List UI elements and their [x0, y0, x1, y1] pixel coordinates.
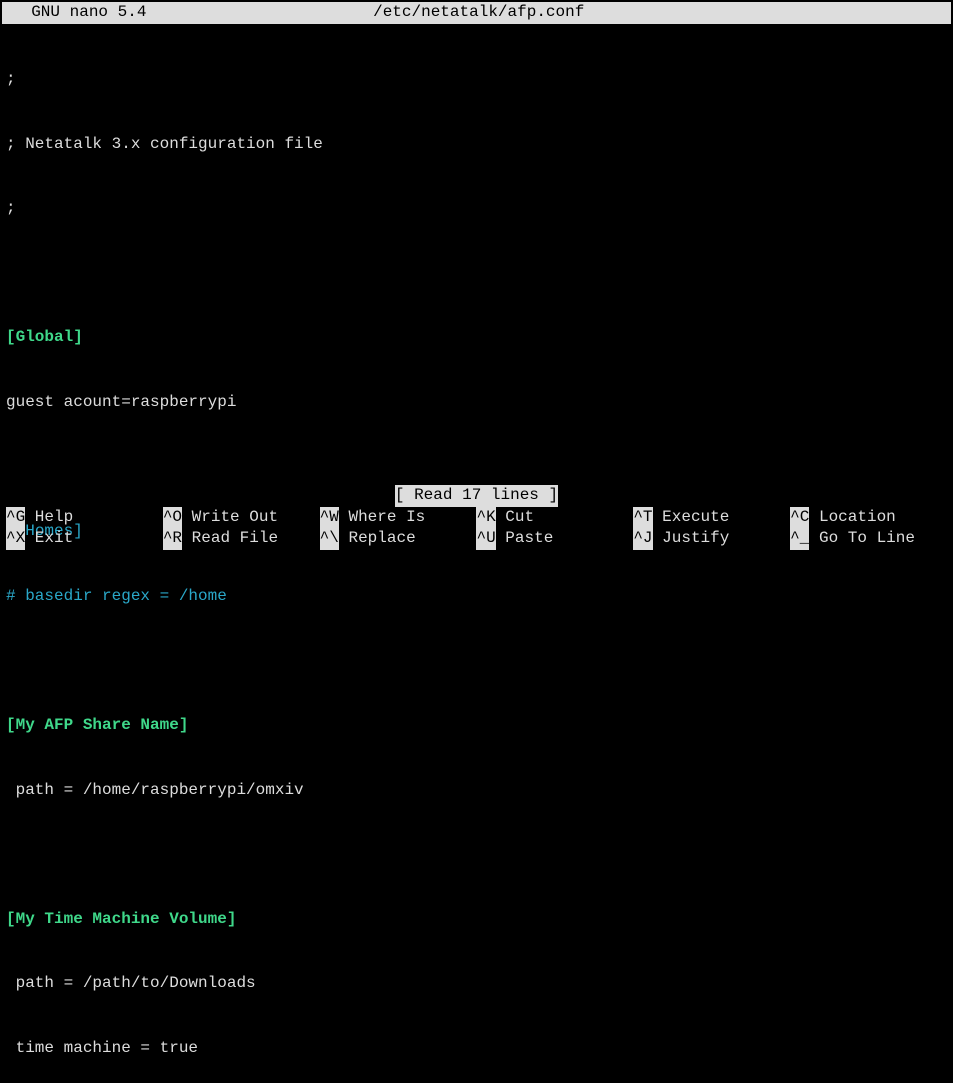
shortcut-key: ^G [6, 507, 25, 529]
shortcut-cut[interactable]: ^K Cut [476, 507, 633, 529]
shortcut-label: Exit [25, 528, 73, 550]
shortcut-exit[interactable]: ^X Exit [6, 528, 163, 550]
status-wrap: [ Read 17 lines ] [2, 485, 951, 507]
shortcut-location[interactable]: ^C Location [790, 507, 947, 529]
shortcut-key: ^C [790, 507, 809, 529]
editor-line: path = /path/to/Downloads [6, 973, 947, 995]
shortcut-key: ^_ [790, 528, 809, 550]
shortcut-key: ^O [163, 507, 182, 529]
shortcut-label: Help [25, 507, 73, 529]
shortcut-paste[interactable]: ^U Paste [476, 528, 633, 550]
shortcut-label: Go To Line [809, 528, 915, 550]
section-header: [Global] [6, 327, 947, 349]
shortcut-readfile[interactable]: ^R Read File [163, 528, 320, 550]
section-header: [My Time Machine Volume] [6, 909, 947, 931]
shortcut-key: ^X [6, 528, 25, 550]
shortcut-label: Where Is [339, 507, 425, 529]
app-name: GNU nano 5.4 [2, 2, 146, 24]
editor-line: ; Netatalk 3.x configuration file [6, 134, 947, 156]
shortcut-label: Write Out [182, 507, 278, 529]
section-header: [My AFP Share Name] [6, 715, 947, 737]
editor-line: guest acount=raspberrypi [6, 392, 947, 414]
editor-line [6, 651, 947, 672]
shortcut-writeout[interactable]: ^O Write Out [163, 507, 320, 529]
shortcut-key: ^K [476, 507, 495, 529]
shortcut-label: Paste [496, 528, 554, 550]
title-bar: GNU nano 5.4 /etc/netatalk/afp.conf [2, 2, 951, 24]
shortcut-label: Execute [653, 507, 730, 529]
shortcut-execute[interactable]: ^T Execute [633, 507, 790, 529]
shortcut-help[interactable]: ^G Help [6, 507, 163, 529]
editor-line [6, 844, 947, 865]
shortcut-replace[interactable]: ^\ Replace [320, 528, 477, 550]
status-message: [ Read 17 lines ] [395, 485, 558, 507]
editor-line: time machine = true [6, 1038, 947, 1060]
shortcut-key: ^R [163, 528, 182, 550]
editor-line: ; [6, 69, 947, 91]
shortcut-label: Read File [182, 528, 278, 550]
comment-line: # basedir regex = /home [6, 586, 947, 608]
shortcut-label: Location [809, 507, 895, 529]
shortcut-key: ^\ [320, 528, 339, 550]
shortcut-label: Replace [339, 528, 416, 550]
editor-line: path = /home/raspberrypi/omxiv [6, 780, 947, 802]
editor-line [6, 457, 947, 478]
editor-line [6, 263, 947, 284]
shortcut-key: ^T [633, 507, 652, 529]
shortcut-key: ^J [633, 528, 652, 550]
editor-line: ; [6, 198, 947, 220]
shortcut-gotoline[interactable]: ^_ Go To Line [790, 528, 947, 550]
shortcut-whereis[interactable]: ^W Where Is [320, 507, 477, 529]
shortcut-row-1: ^G Help ^O Write Out ^W Where Is ^K Cut … [2, 507, 951, 529]
shortcut-label: Justify [653, 528, 730, 550]
shortcut-key: ^W [320, 507, 339, 529]
shortcut-key: ^U [476, 528, 495, 550]
shortcut-label: Cut [496, 507, 534, 529]
editor-area[interactable]: ; ; Netatalk 3.x configuration file ; [G… [2, 24, 951, 1083]
shortcut-row-2: ^X Exit ^R Read File ^\ Replace ^U Paste… [2, 528, 951, 550]
bottom-bar: [ Read 17 lines ] ^G Help ^O Write Out ^… [2, 485, 951, 550]
file-path: /etc/netatalk/afp.conf [146, 2, 951, 24]
shortcut-justify[interactable]: ^J Justify [633, 528, 790, 550]
